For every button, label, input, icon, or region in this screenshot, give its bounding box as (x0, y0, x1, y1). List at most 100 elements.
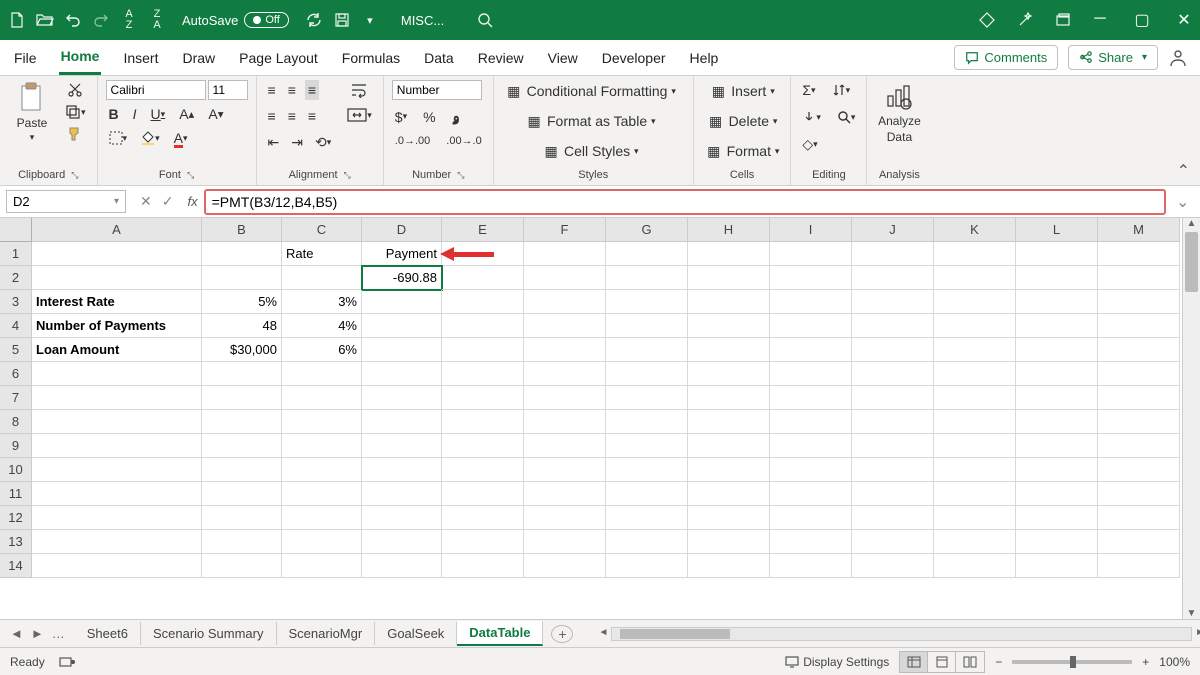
autosum-button[interactable]: Σ▾ (799, 80, 818, 100)
cell-H12[interactable] (688, 506, 770, 530)
cell-K6[interactable] (934, 362, 1016, 386)
cell-C14[interactable] (282, 554, 362, 578)
cell-B13[interactable] (202, 530, 282, 554)
align-middle-button[interactable]: ≡ (285, 80, 299, 100)
row-header[interactable]: 14 (0, 554, 32, 578)
cell-E10[interactable] (442, 458, 524, 482)
cell-G2[interactable] (606, 266, 688, 290)
fill-color-button[interactable]: ▾ (138, 129, 163, 147)
cell-J2[interactable] (852, 266, 934, 290)
col-header[interactable]: K (934, 218, 1016, 242)
magic-icon[interactable] (1014, 9, 1036, 31)
cell-G10[interactable] (606, 458, 688, 482)
conditional-formatting-button[interactable]: ▦ Conditional Formatting ▾ (502, 80, 679, 102)
row-header[interactable]: 8 (0, 410, 32, 434)
cell-C11[interactable] (282, 482, 362, 506)
cell-B10[interactable] (202, 458, 282, 482)
open-file-icon[interactable] (34, 9, 56, 31)
tab-home[interactable]: Home (59, 40, 102, 75)
orientation-button[interactable]: ⟲▾ (312, 132, 334, 153)
tab-data[interactable]: Data (422, 42, 456, 74)
col-header[interactable]: C (282, 218, 362, 242)
cell-C10[interactable] (282, 458, 362, 482)
cell-D8[interactable] (362, 410, 442, 434)
cell-M11[interactable] (1098, 482, 1180, 506)
cell-E11[interactable] (442, 482, 524, 506)
fill-button[interactable]: ▾ (799, 108, 824, 126)
cell-B3[interactable]: 5% (202, 290, 282, 314)
formula-input[interactable]: =PMT(B3/12,B4,B5) (204, 189, 1166, 215)
cell-L2[interactable] (1016, 266, 1098, 290)
alignment-launcher[interactable]: ⤡ (344, 170, 351, 181)
cell-H2[interactable] (688, 266, 770, 290)
cell-C8[interactable] (282, 410, 362, 434)
cell-C4[interactable]: 4% (282, 314, 362, 338)
horizontal-scrollbar[interactable]: ◄ ► (611, 627, 1192, 641)
cell-G13[interactable] (606, 530, 688, 554)
cell-L13[interactable] (1016, 530, 1098, 554)
cut-button[interactable] (62, 80, 89, 100)
cell-L4[interactable] (1016, 314, 1098, 338)
select-all-corner[interactable] (0, 218, 32, 242)
find-button[interactable]: ▾ (834, 108, 859, 126)
cell-J10[interactable] (852, 458, 934, 482)
sheet-tab[interactable]: GoalSeek (375, 622, 457, 645)
col-header[interactable]: H (688, 218, 770, 242)
cell-B1[interactable] (202, 242, 282, 266)
cell-D14[interactable] (362, 554, 442, 578)
cell-C2[interactable] (282, 266, 362, 290)
zoom-level[interactable]: 100% (1159, 655, 1190, 669)
cell-D4[interactable] (362, 314, 442, 338)
cell-D3[interactable] (362, 290, 442, 314)
cell-D1[interactable]: Payment (362, 242, 442, 266)
col-header[interactable]: L (1016, 218, 1098, 242)
cell-G5[interactable] (606, 338, 688, 362)
cell-M13[interactable] (1098, 530, 1180, 554)
cell-B6[interactable] (202, 362, 282, 386)
cell-D5[interactable] (362, 338, 442, 362)
cell-C5[interactable]: 6% (282, 338, 362, 362)
save-icon[interactable] (331, 9, 353, 31)
cell-L10[interactable] (1016, 458, 1098, 482)
cell-M3[interactable] (1098, 290, 1180, 314)
cell-J9[interactable] (852, 434, 934, 458)
format-painter-button[interactable] (62, 124, 89, 144)
row-header[interactable]: 12 (0, 506, 32, 530)
tab-page-layout[interactable]: Page Layout (237, 42, 320, 74)
cell-M1[interactable] (1098, 242, 1180, 266)
tab-developer[interactable]: Developer (600, 42, 668, 74)
cell-G7[interactable] (606, 386, 688, 410)
cell-H10[interactable] (688, 458, 770, 482)
cell-D2[interactable]: -690.88 (362, 266, 442, 290)
sort-desc-icon[interactable]: ZA (146, 9, 168, 31)
cell-K2[interactable] (934, 266, 1016, 290)
row-header[interactable]: 3 (0, 290, 32, 314)
cell-J5[interactable] (852, 338, 934, 362)
cell-F4[interactable] (524, 314, 606, 338)
cell-H1[interactable] (688, 242, 770, 266)
cell-J7[interactable] (852, 386, 934, 410)
increase-font-button[interactable]: A▴ (176, 104, 197, 124)
cell-H3[interactable] (688, 290, 770, 314)
cell-E13[interactable] (442, 530, 524, 554)
cell-E9[interactable] (442, 434, 524, 458)
align-left-button[interactable]: ≡ (265, 106, 279, 126)
cell-F2[interactable] (524, 266, 606, 290)
cell-J6[interactable] (852, 362, 934, 386)
cell-A6[interactable] (32, 362, 202, 386)
cell-K11[interactable] (934, 482, 1016, 506)
cell-E3[interactable] (442, 290, 524, 314)
undo-icon[interactable] (62, 9, 84, 31)
cell-I7[interactable] (770, 386, 852, 410)
cell-J12[interactable] (852, 506, 934, 530)
cell-E12[interactable] (442, 506, 524, 530)
increase-decimal-button[interactable]: .0→.00 (392, 133, 433, 149)
tab-draw[interactable]: Draw (180, 42, 217, 74)
cell-B2[interactable] (202, 266, 282, 290)
cell-E5[interactable] (442, 338, 524, 362)
decrease-font-button[interactable]: A▾ (205, 104, 226, 124)
cell-J4[interactable] (852, 314, 934, 338)
cell-D6[interactable] (362, 362, 442, 386)
col-header[interactable]: M (1098, 218, 1180, 242)
page-break-view-button[interactable] (956, 652, 984, 672)
